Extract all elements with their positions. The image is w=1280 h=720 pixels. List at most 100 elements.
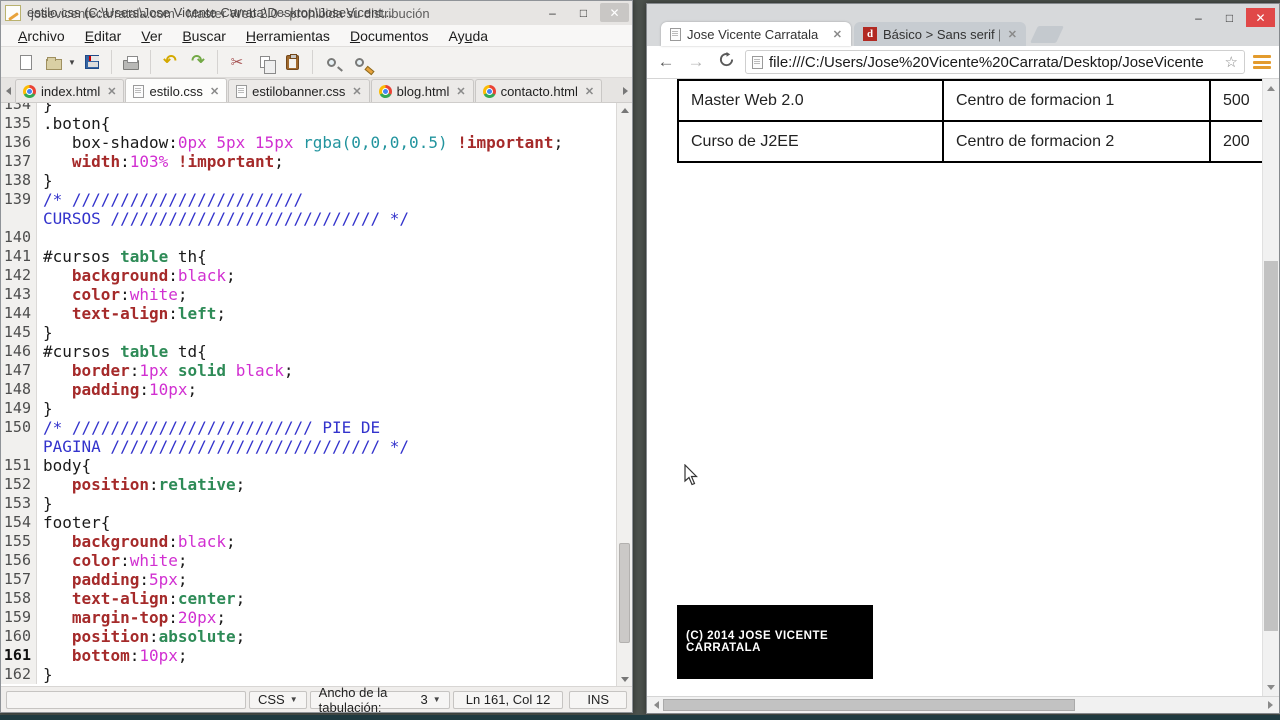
find-button[interactable] xyxy=(320,50,344,74)
tab-scroll-right-icon[interactable] xyxy=(618,80,632,102)
scroll-right-icon[interactable] xyxy=(1263,698,1277,712)
open-folder-icon xyxy=(46,56,62,70)
tab-scroll-left-icon[interactable] xyxy=(1,80,15,102)
menu-herramientas[interactable]: Herramientas xyxy=(237,27,339,45)
gedit-minimize-icon[interactable]: – xyxy=(538,3,567,22)
browser-vertical-scrollbar[interactable] xyxy=(1262,79,1279,696)
close-tab-icon[interactable]: ✕ xyxy=(352,85,361,98)
code-line: 143 color: white; xyxy=(1,285,616,304)
url-text[interactable]: file:///C:/Users/Jose%20Vicente%20Carrat… xyxy=(769,54,1219,71)
gedit-titlebar[interactable]: estilo.css (C:\Users\Jose Vicente Carrat… xyxy=(1,1,632,25)
language-selector[interactable]: CSS ▼ xyxy=(249,690,307,709)
paste-button[interactable] xyxy=(281,50,305,74)
code-line: 136 box-shadow: 0px 5px 15px rgba(0,0,0,0… xyxy=(1,133,616,152)
line-number: 141 xyxy=(1,247,37,266)
close-tab-icon[interactable]: ✕ xyxy=(585,85,594,98)
chrome-maximize-icon[interactable]: □ xyxy=(1215,8,1244,27)
copy-icon xyxy=(259,56,276,74)
undo-icon: ↶ xyxy=(163,53,177,70)
scroll-up-icon[interactable] xyxy=(1263,81,1279,95)
chrome-titlebar[interactable]: – □ ✕ Jose Vicente Carratala ✕ d Básico > S… xyxy=(647,4,1279,46)
menu-archivo[interactable]: Archivo xyxy=(9,27,74,45)
chrome-close-icon[interactable]: ✕ xyxy=(1246,8,1275,27)
open-folder-button[interactable] xyxy=(42,50,66,74)
chevron-down-icon: ▼ xyxy=(432,695,441,704)
cut-button[interactable]: ✂ xyxy=(225,50,249,74)
page-footer: (C) 2014 JOSE VICENTE CARRATALA xyxy=(677,605,873,679)
code-line: 151 body{ xyxy=(1,456,616,475)
scroll-down-icon[interactable] xyxy=(1263,680,1279,694)
code-line: 139/* //////////////////////// xyxy=(1,190,616,209)
chrome-menu-icon[interactable] xyxy=(1253,55,1271,69)
new-document-button[interactable] xyxy=(14,50,38,74)
code-line: 156 color: white; xyxy=(1,551,616,570)
cursor-position: Ln 161, Col 12 xyxy=(452,690,564,709)
line-number: 149 xyxy=(1,399,37,418)
browser-tab[interactable]: Jose Vicente Carratala ✕ xyxy=(661,22,851,46)
editor-vertical-scrollbar[interactable] xyxy=(616,103,632,686)
copy-button[interactable] xyxy=(253,50,277,74)
cut-icon: ✂ xyxy=(230,53,244,71)
scroll-left-icon[interactable] xyxy=(649,698,663,712)
back-icon[interactable]: ← xyxy=(655,52,677,72)
address-bar[interactable]: file:///C:/Users/Jose%20Vicente%20Carrat… xyxy=(745,50,1245,74)
close-tab-icon[interactable]: ✕ xyxy=(833,28,842,41)
browser-tab[interactable]: d Básico > Sans serif | dafon ✕ xyxy=(854,22,1026,46)
tab-label: contacto.html xyxy=(500,83,578,99)
line-number: 155 xyxy=(1,532,37,551)
open-dropdown-icon[interactable]: ▼ xyxy=(68,58,76,67)
gedit-statusbar: CSS ▼ Ancho de la tabulación: 3 ▼ Ln 161… xyxy=(1,685,632,715)
redo-button[interactable]: ↷ xyxy=(186,50,210,74)
line-number: 151 xyxy=(1,456,37,475)
line-number: 161 xyxy=(1,646,37,665)
editor-tab-estilobanner.css[interactable]: estilobanner.css ✕ xyxy=(228,79,370,102)
save-button[interactable] xyxy=(80,50,104,74)
chrome-file-icon xyxy=(482,84,496,98)
reload-icon[interactable] xyxy=(715,52,737,72)
code-editor[interactable]: 134} 135 .boton{136 box-shadow: 0px 5px 15p… xyxy=(1,103,632,686)
browser-horizontal-scrollbar[interactable] xyxy=(647,696,1279,713)
new-tab-button[interactable] xyxy=(1030,26,1064,43)
line-number: 148 xyxy=(1,380,37,399)
bookmark-star-icon[interactable]: ☆ xyxy=(1225,53,1238,71)
tab-label: estilobanner.css xyxy=(252,83,346,99)
line-number: 142 xyxy=(1,266,37,285)
forward-icon[interactable]: → xyxy=(685,52,707,72)
status-message-area xyxy=(6,690,246,709)
editor-tab-blog.html[interactable]: blog.html ✕ xyxy=(370,79,474,102)
editor-tab-estilo.css[interactable]: estilo.css ✕ xyxy=(125,78,228,102)
undo-button[interactable]: ↶ xyxy=(158,50,182,74)
code-line: 161 bottom:10px; xyxy=(1,646,616,665)
close-tab-icon[interactable]: ✕ xyxy=(1008,28,1017,41)
close-tab-icon[interactable]: ✕ xyxy=(107,85,116,98)
menu-ayuda[interactable]: Ayuda xyxy=(440,27,497,45)
code-line: 141 #cursos table th{ xyxy=(1,247,616,266)
gedit-close-icon[interactable]: ✕ xyxy=(600,3,629,22)
gedit-maximize-icon[interactable]: □ xyxy=(569,3,598,22)
editor-tab-index.html[interactable]: index.html ✕ xyxy=(15,79,125,102)
code-line: 153} xyxy=(1,494,616,513)
table-cell: Curso de J2EE xyxy=(677,120,944,163)
editor-scrollbar-thumb[interactable] xyxy=(619,543,630,643)
line-number: 147 xyxy=(1,361,37,380)
scroll-up-icon[interactable] xyxy=(617,103,632,117)
line-number: 157 xyxy=(1,570,37,589)
print-button[interactable] xyxy=(119,50,143,74)
paste-icon xyxy=(286,53,300,70)
editor-tab-contacto.html[interactable]: contacto.html ✕ xyxy=(474,79,603,102)
chrome-minimize-icon[interactable]: – xyxy=(1184,8,1213,27)
find-and-replace-button[interactable] xyxy=(348,50,372,74)
scroll-down-icon[interactable] xyxy=(617,672,632,686)
menu-documentos[interactable]: Documentos xyxy=(341,27,438,45)
code-line: 158 text-align: center; xyxy=(1,589,616,608)
close-tab-icon[interactable]: ✕ xyxy=(456,85,465,98)
hscrollbar-thumb[interactable] xyxy=(663,699,1075,711)
menu-buscar[interactable]: Buscar xyxy=(173,27,235,45)
browser-scrollbar-thumb[interactable] xyxy=(1264,261,1278,631)
tab-width-selector[interactable]: Ancho de la tabulación: 3 ▼ xyxy=(309,685,450,715)
line-number: 162 xyxy=(1,665,37,684)
tab-label: blog.html xyxy=(396,83,450,99)
close-tab-icon[interactable]: ✕ xyxy=(210,85,219,98)
menu-ver[interactable]: Ver xyxy=(132,27,171,45)
menu-editar[interactable]: Editar xyxy=(76,27,131,45)
